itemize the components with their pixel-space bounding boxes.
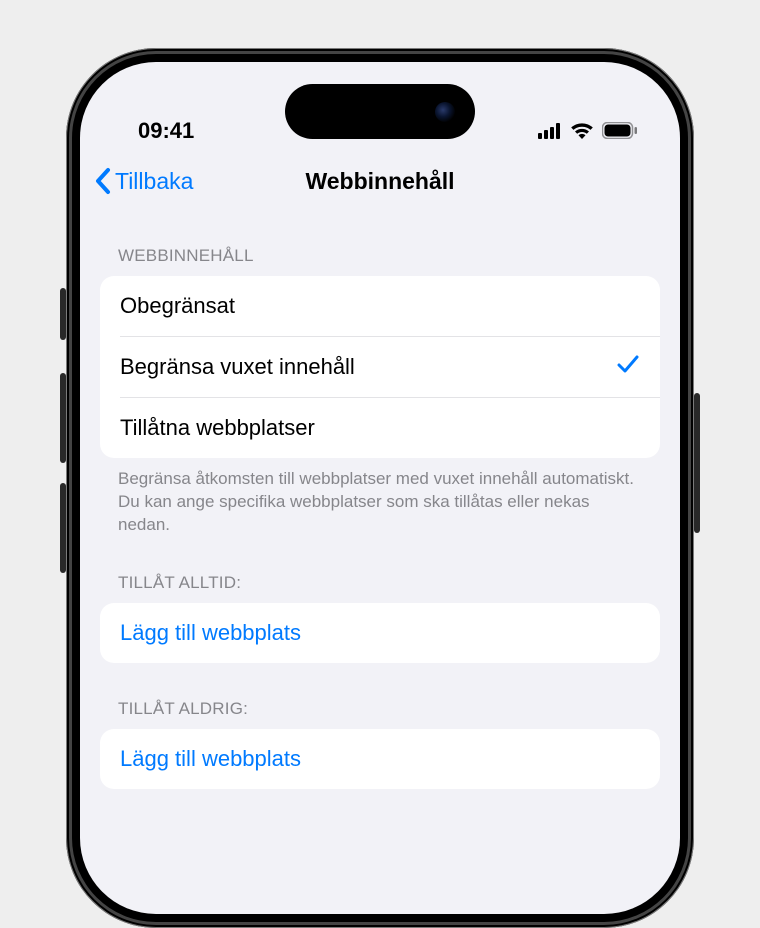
section-footer-main: Begränsa åtkomsten till webbplatser med … bbox=[100, 458, 660, 537]
add-site-label: Lägg till webbplats bbox=[120, 620, 640, 646]
content-area: WEBBINNEHÅLL Obegränsat Begränsa vuxet i… bbox=[80, 210, 680, 789]
web-content-options-group: Obegränsat Begränsa vuxet innehåll Tillå… bbox=[100, 276, 660, 458]
side-button-vol-down bbox=[60, 483, 66, 573]
checkmark-icon bbox=[616, 352, 640, 382]
back-label: Tillbaka bbox=[115, 168, 193, 195]
option-limit-adult[interactable]: Begränsa vuxet innehåll bbox=[100, 337, 660, 397]
add-site-label: Lägg till webbplats bbox=[120, 746, 640, 772]
page-title: Webbinnehåll bbox=[305, 168, 454, 195]
side-button-silence bbox=[60, 288, 66, 340]
signal-icon bbox=[538, 123, 562, 144]
option-unrestricted[interactable]: Obegränsat bbox=[100, 276, 660, 336]
side-button-vol-up bbox=[60, 373, 66, 463]
option-label: Tillåtna webbplatser bbox=[120, 415, 640, 441]
screen: 09:41 bbox=[80, 62, 680, 914]
status-icons bbox=[538, 122, 638, 144]
add-allowed-site-button[interactable]: Lägg till webbplats bbox=[100, 603, 660, 663]
section-header-allow: TILLÅT ALLTID: bbox=[100, 537, 660, 603]
option-label: Obegränsat bbox=[120, 293, 640, 319]
wifi-icon bbox=[570, 122, 594, 144]
add-denied-site-button[interactable]: Lägg till webbplats bbox=[100, 729, 660, 789]
side-button-power bbox=[694, 393, 700, 533]
front-camera bbox=[435, 102, 455, 122]
back-button[interactable]: Tillbaka bbox=[94, 167, 193, 195]
nav-bar: Tillbaka Webbinnehåll bbox=[80, 152, 680, 210]
allow-group: Lägg till webbplats bbox=[100, 603, 660, 663]
section-header-deny: TILLÅT ALDRIG: bbox=[100, 663, 660, 729]
option-label: Begränsa vuxet innehåll bbox=[120, 354, 616, 380]
chevron-left-icon bbox=[94, 167, 111, 195]
phone-frame: 09:41 bbox=[66, 48, 694, 928]
dynamic-island bbox=[285, 84, 475, 139]
section-header-main: WEBBINNEHÅLL bbox=[100, 210, 660, 276]
status-time: 09:41 bbox=[138, 118, 194, 144]
battery-icon bbox=[602, 122, 638, 144]
option-allowed-only[interactable]: Tillåtna webbplatser bbox=[100, 398, 660, 458]
deny-group: Lägg till webbplats bbox=[100, 729, 660, 789]
